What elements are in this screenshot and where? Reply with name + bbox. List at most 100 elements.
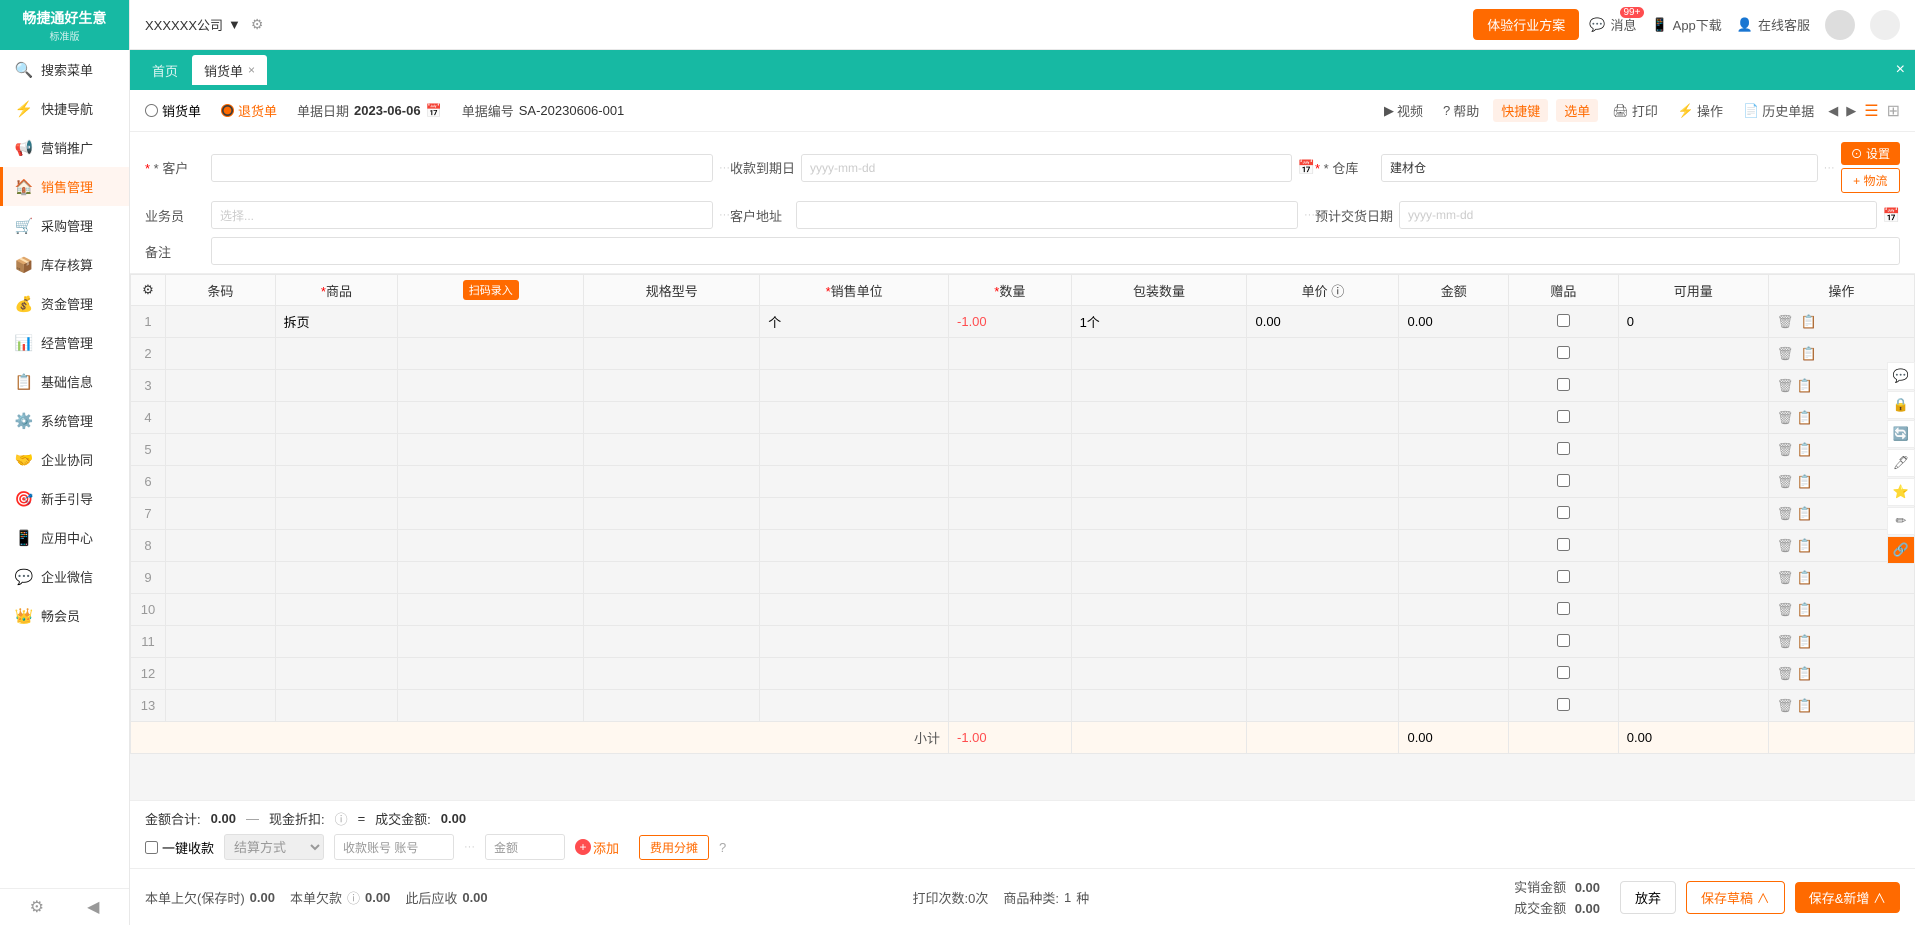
sidebar-item-system[interactable]: ⚙️ 系统管理 bbox=[0, 401, 129, 440]
row-price[interactable] bbox=[1247, 370, 1399, 402]
row-unit[interactable] bbox=[760, 658, 949, 690]
row-price[interactable] bbox=[1247, 626, 1399, 658]
row-unit[interactable] bbox=[760, 530, 949, 562]
gift-checkbox[interactable] bbox=[1557, 666, 1570, 679]
row-barcode[interactable] bbox=[166, 498, 276, 530]
row-qty[interactable] bbox=[949, 402, 1072, 434]
row-product[interactable] bbox=[275, 466, 398, 498]
row-pkg-qty[interactable] bbox=[1071, 530, 1247, 562]
save-draft-button[interactable]: 保存草稿 ∧ bbox=[1686, 881, 1785, 914]
rfloat-btn-6[interactable]: ✏ bbox=[1887, 507, 1915, 535]
row-barcode[interactable] bbox=[166, 530, 276, 562]
sidebar-item-collab[interactable]: 🤝 企业协同 bbox=[0, 440, 129, 479]
row-barcode[interactable] bbox=[166, 402, 276, 434]
gift-checkbox[interactable] bbox=[1557, 378, 1570, 391]
sidebar-item-purchase[interactable]: 🛒 采购管理 bbox=[0, 206, 129, 245]
abandon-button[interactable]: 放弃 bbox=[1620, 881, 1676, 914]
customer-dots[interactable]: ··· bbox=[719, 162, 730, 174]
row-barcode[interactable] bbox=[166, 594, 276, 626]
row-unit[interactable] bbox=[760, 466, 949, 498]
row-price[interactable] bbox=[1247, 434, 1399, 466]
row-spec[interactable] bbox=[584, 434, 760, 466]
row-price[interactable]: 0.00 bbox=[1247, 306, 1399, 338]
row-product[interactable] bbox=[275, 626, 398, 658]
delete-icon[interactable]: 🗑 bbox=[1777, 442, 1794, 457]
gift-checkbox[interactable] bbox=[1557, 314, 1570, 327]
avatar-extra[interactable] bbox=[1870, 10, 1900, 40]
app-download-button[interactable]: 📱 App下载 bbox=[1651, 15, 1721, 34]
row-pkg-qty[interactable] bbox=[1071, 338, 1247, 370]
row-amount[interactable] bbox=[1399, 562, 1509, 594]
row-qty[interactable] bbox=[949, 594, 1072, 626]
amount-input[interactable]: 金额 bbox=[485, 834, 565, 860]
row-qty[interactable]: -1.00 bbox=[949, 306, 1072, 338]
delete-icon[interactable]: 🗑 bbox=[1777, 346, 1794, 361]
row-pkg-qty[interactable]: 1个 bbox=[1071, 306, 1247, 338]
row-unit[interactable] bbox=[760, 594, 949, 626]
save-new-button[interactable]: 保存&新增 ∧ bbox=[1795, 882, 1900, 913]
row-product[interactable] bbox=[275, 434, 398, 466]
shortcut-btn[interactable]: 快捷键 bbox=[1493, 99, 1548, 122]
delete-icon[interactable]: 🗑 bbox=[1777, 666, 1794, 681]
row-amount[interactable] bbox=[1399, 466, 1509, 498]
row-pkg-qty[interactable] bbox=[1071, 370, 1247, 402]
gift-checkbox[interactable] bbox=[1557, 410, 1570, 423]
expected-date-input[interactable]: yyyy-mm-dd bbox=[1399, 201, 1877, 229]
gift-checkbox[interactable] bbox=[1557, 698, 1570, 711]
row-unit[interactable]: 个 bbox=[760, 306, 949, 338]
rfloat-btn-2[interactable]: 🔒 bbox=[1887, 391, 1915, 419]
delete-icon[interactable]: 🗑 bbox=[1777, 698, 1794, 713]
gift-checkbox[interactable] bbox=[1557, 634, 1570, 647]
row-product[interactable] bbox=[275, 594, 398, 626]
row-qty[interactable] bbox=[949, 690, 1072, 722]
sidebar-item-wechat[interactable]: 💬 企业微信 bbox=[0, 557, 129, 596]
row-price[interactable] bbox=[1247, 658, 1399, 690]
copy-icon[interactable]: 📋 bbox=[1797, 410, 1813, 425]
rfloat-btn-4[interactable]: 🖊 bbox=[1887, 449, 1915, 477]
row-product[interactable] bbox=[275, 658, 398, 690]
copy-icon[interactable]: 📋 bbox=[1797, 474, 1813, 489]
settings-button[interactable]: ⊙ 设置 bbox=[1841, 142, 1900, 165]
expense-button[interactable]: 费用分摊 bbox=[639, 835, 709, 860]
row-pkg-qty[interactable] bbox=[1071, 402, 1247, 434]
row-spec[interactable] bbox=[584, 402, 760, 434]
row-pkg-qty[interactable] bbox=[1071, 594, 1247, 626]
avatar[interactable] bbox=[1825, 10, 1855, 40]
delete-icon[interactable]: 🗑 bbox=[1777, 474, 1794, 489]
row-price[interactable] bbox=[1247, 466, 1399, 498]
copy-icon[interactable]: 📋 bbox=[1797, 634, 1813, 649]
rfloat-btn-7[interactable]: 🔗 bbox=[1887, 536, 1915, 564]
expected-date-cal-icon[interactable]: 📅 bbox=[1883, 207, 1900, 224]
row-gift[interactable] bbox=[1509, 338, 1619, 370]
row-qty[interactable] bbox=[949, 498, 1072, 530]
row-product[interactable] bbox=[275, 370, 398, 402]
row-amount[interactable] bbox=[1399, 338, 1509, 370]
row-product[interactable] bbox=[275, 690, 398, 722]
gift-checkbox[interactable] bbox=[1557, 474, 1570, 487]
row-pkg-qty[interactable] bbox=[1071, 434, 1247, 466]
copy-icon[interactable]: 📋 bbox=[1797, 538, 1813, 553]
rfloat-btn-1[interactable]: 💬 bbox=[1887, 362, 1915, 390]
row-spec[interactable] bbox=[584, 498, 760, 530]
logistics-button[interactable]: + 物流 bbox=[1841, 168, 1900, 193]
delete-icon[interactable]: 🗑 bbox=[1777, 570, 1794, 585]
copy-icon[interactable]: 📋 bbox=[1797, 506, 1813, 521]
print-btn[interactable]: 🖨 打印 bbox=[1606, 98, 1664, 123]
row-barcode[interactable] bbox=[166, 370, 276, 402]
gift-checkbox[interactable] bbox=[1557, 506, 1570, 519]
row-amount[interactable]: 0.00 bbox=[1399, 306, 1509, 338]
row-price[interactable] bbox=[1247, 690, 1399, 722]
row-spec[interactable] bbox=[584, 690, 760, 722]
delete-icon[interactable]: 🗑 bbox=[1777, 378, 1794, 393]
sidebar-item-finance[interactable]: 💰 资金管理 bbox=[0, 284, 129, 323]
row-spec[interactable] bbox=[584, 594, 760, 626]
tab-home[interactable]: 首页 bbox=[140, 55, 190, 85]
gift-checkbox[interactable] bbox=[1557, 570, 1570, 583]
sidebar-item-search[interactable]: 🔍 搜索菜单 bbox=[0, 50, 129, 89]
row-qty[interactable] bbox=[949, 370, 1072, 402]
due-date-calendar-icon[interactable]: 📅 bbox=[1298, 159, 1315, 176]
rfloat-btn-3[interactable]: 🔄 bbox=[1887, 420, 1915, 448]
row-product[interactable]: 拆页 bbox=[275, 306, 398, 338]
view-grid-icon[interactable]: ⊞ bbox=[1887, 101, 1900, 121]
row-qty[interactable] bbox=[949, 338, 1072, 370]
